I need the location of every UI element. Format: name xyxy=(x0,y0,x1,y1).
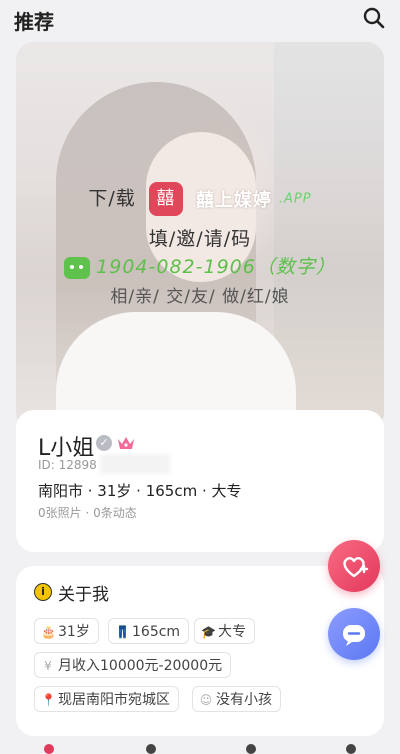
like-button[interactable] xyxy=(328,540,380,592)
pants-icon: 👖 xyxy=(115,625,130,639)
location-pin-icon: 📍 xyxy=(41,693,56,707)
graduation-cap-icon: 🎓 xyxy=(201,625,216,639)
nav-item-message-icon[interactable] xyxy=(246,744,256,754)
info-icon: i xyxy=(34,583,52,601)
cake-icon: 🎂 xyxy=(41,625,56,639)
top-bar: 推荐 xyxy=(0,0,400,38)
tag-age: 🎂 31岁 xyxy=(34,618,99,644)
profile-details: 南阳市 · 31岁 · 165cm · 大专 xyxy=(38,482,242,500)
search-icon[interactable] xyxy=(362,6,386,30)
watermark-line-invite: 填/邀/请/码 xyxy=(148,228,252,250)
watermark-brand: 囍上媒婷 xyxy=(195,190,272,211)
watermark-line-download: 下/载 囍 囍上媒婷 .APP xyxy=(16,182,384,216)
profile-info-card[interactable]: L小姐 ✓ ID: 12898 南阳市 · 31岁 · 165cm · 大专 0… xyxy=(16,410,384,552)
tag-height: 👖 165cm xyxy=(108,618,190,644)
tag-location: 📍 现居南阳市宛城区 xyxy=(34,686,179,712)
bottom-nav-edge xyxy=(0,740,400,748)
id-redaction xyxy=(100,454,170,474)
nav-item-home-icon[interactable] xyxy=(44,744,54,754)
watermark-line-phone: 1904-082-1906（数字） xyxy=(16,252,384,279)
watermark-line-slogan: 相/亲/ 交/友/ 做/红/娘 xyxy=(110,287,290,307)
crown-icon xyxy=(118,437,134,449)
chat-button[interactable] xyxy=(328,608,380,660)
profile-id: ID: 12898 xyxy=(38,458,97,472)
page-title: 推荐 xyxy=(14,10,54,34)
profile-photo[interactable]: 下/载 囍 囍上媒婷 .APP 填/邀/请/码 1904-082-1906（数字… xyxy=(16,42,384,430)
profile-stats: 0张照片 · 0条动态 xyxy=(38,506,137,520)
nav-item-profile-icon[interactable] xyxy=(346,744,356,754)
about-title: 关于我 xyxy=(58,585,109,605)
tag-children: ☺ 没有小孩 xyxy=(192,686,281,712)
verified-icon: ✓ xyxy=(96,435,112,451)
app-logo-icon: 囍 xyxy=(148,182,183,216)
tag-education: 🎓 大专 xyxy=(194,618,255,644)
yuan-icon: ¥ xyxy=(44,659,52,673)
heart-plus-icon xyxy=(343,557,369,578)
child-face-icon: ☺ xyxy=(199,693,213,707)
nav-item-discover-icon[interactable] xyxy=(146,744,156,754)
chat-bubble-icon xyxy=(343,625,365,646)
wechat-icon xyxy=(64,256,91,279)
tag-income: ¥ 月收入10000元-20000元 xyxy=(34,652,232,678)
